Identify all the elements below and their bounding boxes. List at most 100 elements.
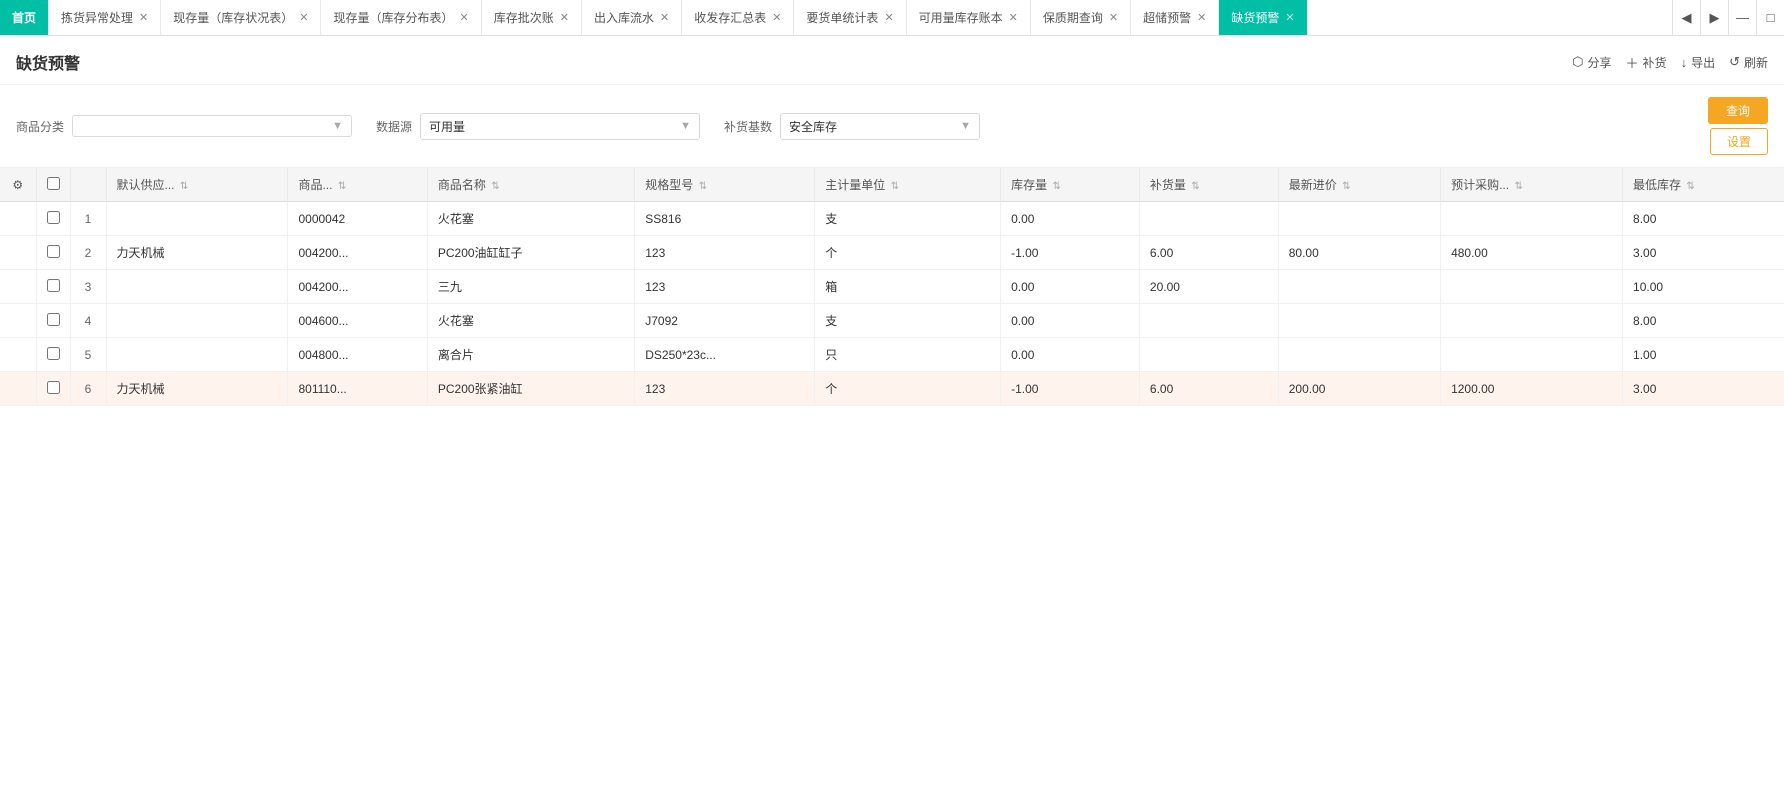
row-stock-4: 0.00 bbox=[1001, 338, 1140, 372]
th-spec-label: 规格型号 bbox=[645, 178, 693, 192]
row-gear-cell bbox=[0, 270, 36, 304]
row-default-supplier-4 bbox=[106, 338, 288, 372]
row-estimated-purchase-5: 1200.00 bbox=[1441, 372, 1623, 406]
row-latest-price-3 bbox=[1278, 304, 1440, 338]
sort-stock-icon: ⇅ bbox=[1052, 181, 1060, 192]
table-row: 6 力天机械 801110... PC200张紧油缸 123 个 -1.00 6… bbox=[0, 372, 1784, 406]
row-checkbox-cell[interactable] bbox=[36, 270, 70, 304]
tab-inout-flow[interactable]: 出入库流水 ✕ bbox=[582, 0, 682, 35]
row-checkbox-2[interactable] bbox=[47, 279, 60, 292]
row-num-5: 6 bbox=[70, 372, 106, 406]
row-checkbox-1[interactable] bbox=[47, 245, 60, 258]
sort-latest-price-icon: ⇅ bbox=[1342, 181, 1350, 192]
row-checkbox-5[interactable] bbox=[47, 381, 60, 394]
page-title: 缺货预警 bbox=[16, 50, 80, 74]
row-checkbox-cell[interactable] bbox=[36, 236, 70, 270]
select-all-checkbox[interactable] bbox=[47, 177, 60, 190]
tab-requisition-stats[interactable]: 要货单统计表 ✕ bbox=[794, 0, 906, 35]
th-product-code[interactable]: 商品... ⇅ bbox=[288, 168, 427, 202]
export-icon: ↓ bbox=[1681, 55, 1688, 70]
page-content: 缺货预警 ⬡ 分享 ＋ 补货 ↓ 导出 ↺ 刷新 商品分类 bbox=[0, 36, 1784, 796]
row-checkbox-4[interactable] bbox=[47, 347, 60, 360]
tab-minimize-button[interactable]: — bbox=[1728, 0, 1756, 36]
row-checkbox-cell[interactable] bbox=[36, 304, 70, 338]
th-product-name[interactable]: 商品名称 ⇅ bbox=[427, 168, 634, 202]
tab-collect-summary[interactable]: 收发存汇总表 ✕ bbox=[682, 0, 794, 35]
row-product-name-1: PC200油缸缸子 bbox=[427, 236, 634, 270]
tab-shortage-label: 缺货预警 bbox=[1231, 9, 1279, 26]
tab-available-ledger[interactable]: 可用量库存账本 ✕ bbox=[907, 0, 1031, 35]
th-unit[interactable]: 主计量单位 ⇅ bbox=[815, 168, 1001, 202]
row-checkbox-cell[interactable] bbox=[36, 372, 70, 406]
th-stock[interactable]: 库存量 ⇅ bbox=[1001, 168, 1140, 202]
row-checkbox-cell[interactable] bbox=[36, 202, 70, 236]
tab-expiry-query-close[interactable]: ✕ bbox=[1109, 11, 1118, 24]
sort-product-name-icon: ⇅ bbox=[491, 181, 499, 192]
datasource-chevron-down-icon: ▼ bbox=[680, 120, 691, 132]
share-button[interactable]: ⬡ 分享 bbox=[1572, 54, 1611, 71]
row-checkbox-0[interactable] bbox=[47, 211, 60, 224]
th-unit-label: 主计量单位 bbox=[825, 178, 885, 192]
tab-inventory-dist[interactable]: 现存量（库存分布表） ✕ bbox=[321, 0, 481, 35]
row-estimated-purchase-2 bbox=[1441, 270, 1623, 304]
tab-requisition-stats-label: 要货单统计表 bbox=[806, 9, 878, 26]
category-select[interactable]: ▼ bbox=[72, 115, 352, 137]
replenish-button[interactable]: ＋ 补货 bbox=[1626, 53, 1667, 72]
tab-batch-account-close[interactable]: ✕ bbox=[560, 11, 569, 24]
row-default-supplier-3 bbox=[106, 304, 288, 338]
replenish-base-select[interactable]: 安全库存 ▼ bbox=[780, 113, 980, 140]
row-spec-4: DS250*23c... bbox=[635, 338, 815, 372]
th-replenish-qty[interactable]: 补货量 ⇅ bbox=[1139, 168, 1278, 202]
th-checkbox[interactable] bbox=[36, 168, 70, 202]
tab-next-button[interactable]: ▶ bbox=[1700, 0, 1728, 36]
row-checkbox-cell[interactable] bbox=[36, 338, 70, 372]
table-container: ⚙ 默认供应... ⇅ 商品... ⇅ bbox=[0, 168, 1784, 406]
tab-inventory-status[interactable]: 现存量（库存状况表） ✕ bbox=[161, 0, 321, 35]
tab-home[interactable]: 首页 bbox=[0, 0, 49, 35]
tab-expiry-query[interactable]: 保质期查询 ✕ bbox=[1031, 0, 1131, 35]
row-min-stock-3: 8.00 bbox=[1623, 304, 1784, 338]
row-min-stock-4: 1.00 bbox=[1623, 338, 1784, 372]
th-product-name-label: 商品名称 bbox=[438, 178, 486, 192]
row-num-0: 1 bbox=[70, 202, 106, 236]
tab-exception-close[interactable]: ✕ bbox=[139, 11, 148, 24]
datasource-select[interactable]: 可用量 ▼ bbox=[420, 113, 700, 140]
tab-overstock[interactable]: 超储预警 ✕ bbox=[1131, 0, 1219, 35]
sort-unit-icon: ⇅ bbox=[891, 181, 899, 192]
row-min-stock-0: 8.00 bbox=[1623, 202, 1784, 236]
tab-overstock-close[interactable]: ✕ bbox=[1197, 11, 1206, 24]
tab-requisition-stats-close[interactable]: ✕ bbox=[884, 11, 893, 24]
tab-collect-summary-close[interactable]: ✕ bbox=[772, 11, 781, 24]
th-latest-price[interactable]: 最新进价 ⇅ bbox=[1278, 168, 1440, 202]
tab-batch-account[interactable]: 库存批次账 ✕ bbox=[482, 0, 582, 35]
query-button[interactable]: 查询 bbox=[1708, 97, 1768, 124]
row-checkbox-3[interactable] bbox=[47, 313, 60, 326]
tab-available-ledger-close[interactable]: ✕ bbox=[1009, 11, 1018, 24]
th-estimated-purchase-label: 预计采购... bbox=[1451, 178, 1509, 192]
settings-button[interactable]: 设置 bbox=[1710, 128, 1768, 155]
th-gear[interactable]: ⚙ bbox=[0, 168, 36, 202]
table-body: 1 0000042 火花塞 SS816 支 0.00 8.00 2 力天机械 0… bbox=[0, 202, 1784, 406]
export-button[interactable]: ↓ 导出 bbox=[1681, 54, 1716, 71]
tab-inventory-status-close[interactable]: ✕ bbox=[299, 11, 308, 24]
tab-maximize-button[interactable]: □ bbox=[1756, 0, 1784, 36]
refresh-button[interactable]: ↺ 刷新 bbox=[1729, 54, 1768, 71]
tab-shortage[interactable]: 缺货预警 ✕ bbox=[1219, 0, 1307, 35]
tab-shortage-close[interactable]: ✕ bbox=[1285, 11, 1294, 24]
th-estimated-purchase[interactable]: 预计采购... ⇅ bbox=[1441, 168, 1623, 202]
th-min-stock[interactable]: 最低库存 ⇅ bbox=[1623, 168, 1784, 202]
table-row: 3 004200... 三九 123 箱 0.00 20.00 10.00 bbox=[0, 270, 1784, 304]
tab-inventory-dist-close[interactable]: ✕ bbox=[460, 11, 469, 24]
table-header-row: ⚙ 默认供应... ⇅ 商品... ⇅ bbox=[0, 168, 1784, 202]
th-default-supplier[interactable]: 默认供应... ⇅ bbox=[106, 168, 288, 202]
th-spec[interactable]: 规格型号 ⇅ bbox=[635, 168, 815, 202]
tab-expiry-query-label: 保质期查询 bbox=[1043, 9, 1103, 26]
row-estimated-purchase-3 bbox=[1441, 304, 1623, 338]
row-replenish-qty-1: 6.00 bbox=[1139, 236, 1278, 270]
row-estimated-purchase-0 bbox=[1441, 202, 1623, 236]
tab-prev-button[interactable]: ◀ bbox=[1672, 0, 1700, 36]
tab-inout-flow-close[interactable]: ✕ bbox=[660, 11, 669, 24]
row-product-code-4: 004800... bbox=[288, 338, 427, 372]
row-estimated-purchase-1: 480.00 bbox=[1441, 236, 1623, 270]
tab-exception[interactable]: 拣货异常处理 ✕ bbox=[49, 0, 161, 35]
